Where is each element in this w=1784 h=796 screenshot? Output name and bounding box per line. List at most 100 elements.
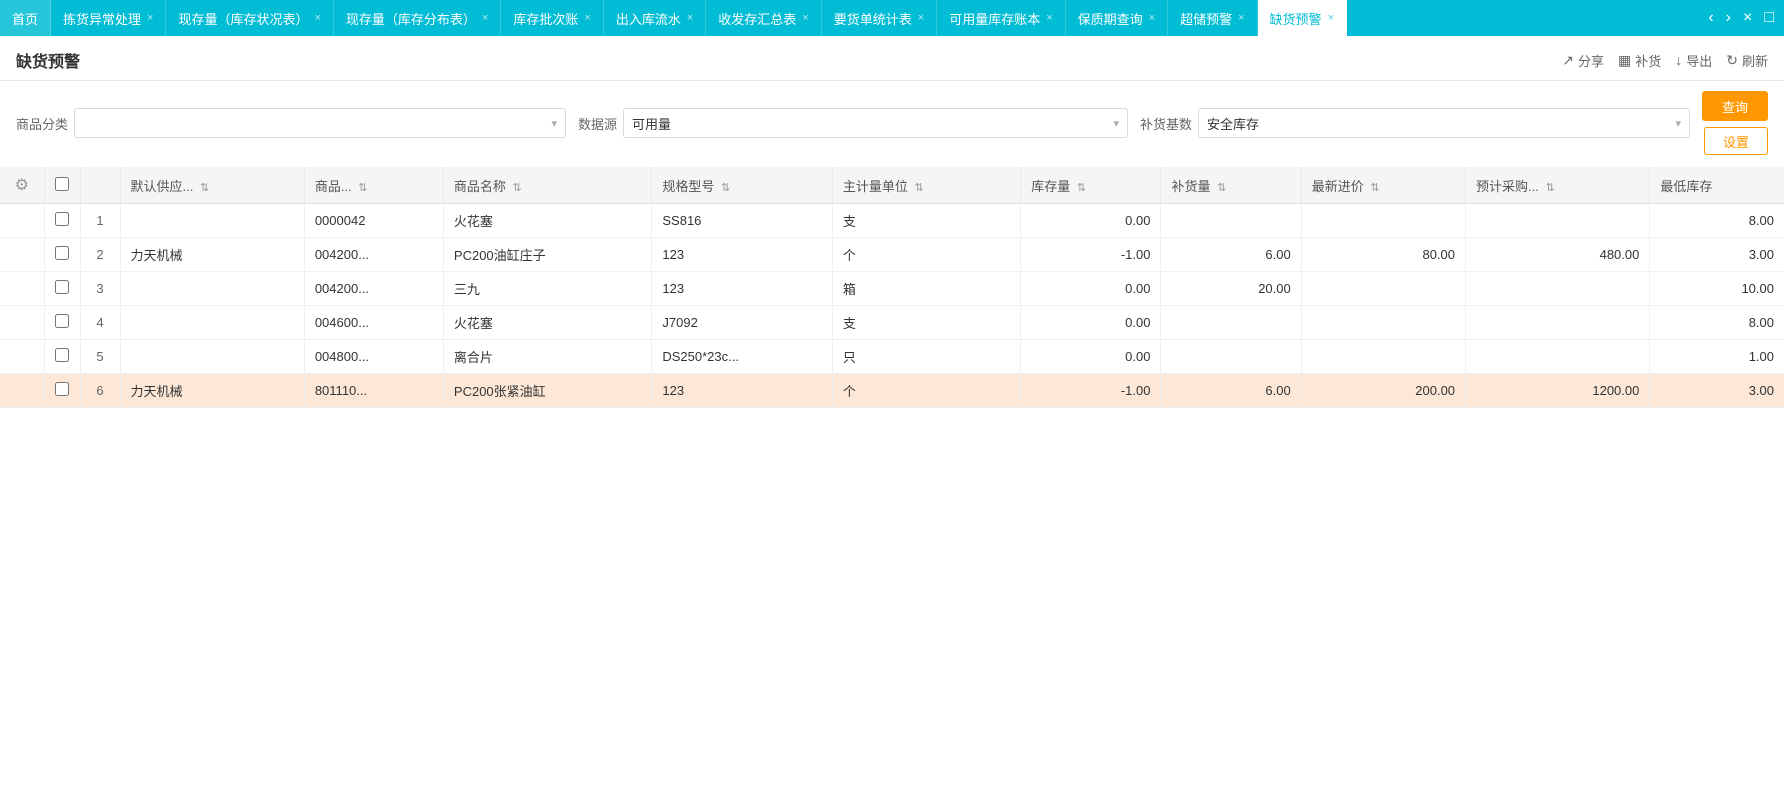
data-table: ⚙ 默认供应... ⇅ 商品... ⇅ xyxy=(0,167,1784,408)
nav-tab-stock-status[interactable]: 现存量（库存状况表）× xyxy=(166,0,333,36)
settings-button[interactable]: 设置 xyxy=(1704,127,1768,155)
row-unit: 支 xyxy=(832,306,1020,340)
nav-next-button[interactable]: › xyxy=(1720,0,1737,36)
row-checkbox-cell xyxy=(44,272,80,306)
replenish-base-label: 补货基数 xyxy=(1140,114,1192,133)
table-row[interactable]: 4004600...火花塞J7092支0.008.00 xyxy=(0,306,1784,340)
nav-tab-close-icon[interactable]: × xyxy=(1149,12,1155,24)
nav-tab-close-icon[interactable]: × xyxy=(482,12,488,24)
nav-tab-available[interactable]: 可用量库存账本 × xyxy=(937,0,1065,36)
datasource-select[interactable]: 可用量 ▾ xyxy=(623,108,1128,138)
row-checkbox[interactable] xyxy=(55,246,69,260)
gear-settings-icon[interactable]: ⚙ xyxy=(15,175,29,195)
replenish-button[interactable]: ▦ 补货 xyxy=(1618,51,1661,70)
export-button[interactable]: ↓ 导出 xyxy=(1675,51,1712,70)
header-actions: ↗ 分享 ▦ 补货 ↓ 导出 ↻ 刷新 xyxy=(1562,51,1768,70)
select-all-checkbox[interactable] xyxy=(55,177,69,191)
supplier-sort-icon[interactable]: ⇅ xyxy=(200,182,209,194)
nav-tab-label: 出入库流水 xyxy=(616,9,681,28)
nav-tab-exception[interactable]: 拣货异常处理× xyxy=(51,0,166,36)
nav-tab-purchase-stat[interactable]: 要货单统计表× xyxy=(822,0,937,36)
th-supplier-label: 默认供应... xyxy=(131,179,194,194)
nav-tab-close-icon[interactable]: × xyxy=(584,12,590,24)
nav-tab-label: 超储预警 xyxy=(1180,9,1232,28)
nav-tab-close-icon[interactable]: × xyxy=(314,12,320,24)
row-min-stock: 8.00 xyxy=(1650,306,1784,340)
row-checkbox[interactable] xyxy=(55,212,69,226)
nav-tab-expiry[interactable]: 保质期查询× xyxy=(1066,0,1168,36)
row-est-purchase: 1200.00 xyxy=(1466,374,1650,408)
category-select[interactable]: ▾ xyxy=(74,108,566,138)
row-replenish: 20.00 xyxy=(1161,272,1301,306)
category-filter-group: 商品分类 ▾ xyxy=(16,108,566,138)
nav-tab-inout[interactable]: 出入库流水 × xyxy=(604,0,706,36)
row-min-stock: 8.00 xyxy=(1650,204,1784,238)
nav-tab-receive[interactable]: 收发存汇总表× xyxy=(706,0,821,36)
nav-tab-close-icon[interactable]: × xyxy=(1238,12,1244,24)
nav-tab-shortage[interactable]: 缺货预警× xyxy=(1258,0,1347,36)
nav-tab-close-icon[interactable]: × xyxy=(802,12,808,24)
row-product-code: 004200... xyxy=(304,272,443,306)
latest-price-sort-icon[interactable]: ⇅ xyxy=(1370,182,1379,194)
row-replenish xyxy=(1161,306,1301,340)
stock-sort-icon[interactable]: ⇅ xyxy=(1077,182,1086,194)
nav-tab-overstock[interactable]: 超储预警 × xyxy=(1168,0,1257,36)
row-checkbox-cell xyxy=(44,204,80,238)
row-checkbox-cell xyxy=(44,374,80,408)
row-checkbox-cell xyxy=(44,238,80,272)
row-checkbox[interactable] xyxy=(55,314,69,328)
nav-tab-label: 可用量库存账本 xyxy=(949,9,1040,28)
th-replenish: 补货量 ⇅ xyxy=(1161,167,1301,204)
row-checkbox[interactable] xyxy=(55,382,69,396)
product-code-sort-icon[interactable]: ⇅ xyxy=(358,182,367,194)
row-checkbox[interactable] xyxy=(55,280,69,294)
spec-sort-icon[interactable]: ⇅ xyxy=(721,182,730,194)
row-min-stock: 1.00 xyxy=(1650,340,1784,374)
th-replenish-label: 补货量 xyxy=(1171,179,1210,194)
unit-sort-icon[interactable]: ⇅ xyxy=(915,182,924,194)
share-button[interactable]: ↗ 分享 xyxy=(1562,51,1604,70)
row-min-stock: 10.00 xyxy=(1650,272,1784,306)
nav-tab-close-icon[interactable]: × xyxy=(147,12,153,24)
nav-tab-home[interactable]: 首页 xyxy=(0,0,51,36)
row-checkbox-cell xyxy=(44,306,80,340)
table-row[interactable]: 10000042火花塞SS816支0.008.00 xyxy=(0,204,1784,238)
refresh-icon: ↻ xyxy=(1726,52,1738,69)
table-row[interactable]: 5004800...离合片DS250*23c...只0.001.00 xyxy=(0,340,1784,374)
table-row[interactable]: 6力天机械801110...PC200张紧油缸123个-1.006.00200.… xyxy=(0,374,1784,408)
replenish-base-dropdown-icon: ▾ xyxy=(1675,117,1681,130)
table-row[interactable]: 2力天机械004200...PC200油缸庄子123个-1.006.0080.0… xyxy=(0,238,1784,272)
nav-tab-stock-dist[interactable]: 现存量（库存分布表）× xyxy=(334,0,501,36)
row-stock: 0.00 xyxy=(1021,272,1161,306)
replenish-base-select[interactable]: 安全库存 ▾ xyxy=(1198,108,1690,138)
th-spec-label: 规格型号 xyxy=(662,179,714,194)
est-purchase-sort-icon[interactable]: ⇅ xyxy=(1546,182,1555,194)
table-header: ⚙ 默认供应... ⇅ 商品... ⇅ xyxy=(0,167,1784,204)
row-unit: 只 xyxy=(832,340,1020,374)
row-index: 6 xyxy=(80,374,120,408)
query-button[interactable]: 查询 xyxy=(1702,91,1768,121)
replenish-sort-icon[interactable]: ⇅ xyxy=(1217,182,1226,194)
table-row[interactable]: 3004200...三九123箱0.0020.0010.00 xyxy=(0,272,1784,306)
th-gear: ⚙ xyxy=(0,167,44,204)
nav-tab-close-icon[interactable]: × xyxy=(1328,12,1334,24)
row-min-stock: 3.00 xyxy=(1650,374,1784,408)
nav-tabs: 首页拣货异常处理×现存量（库存状况表）×现存量（库存分布表）×库存批次账×出入库… xyxy=(0,0,1784,36)
row-stock: -1.00 xyxy=(1021,374,1161,408)
nav-close-all-button[interactable]: × xyxy=(1737,0,1758,36)
row-stock: 0.00 xyxy=(1021,204,1161,238)
nav-tab-close-icon[interactable]: × xyxy=(687,12,693,24)
row-stock: 0.00 xyxy=(1021,306,1161,340)
refresh-button[interactable]: ↻ 刷新 xyxy=(1726,51,1768,70)
row-stock: -1.00 xyxy=(1021,238,1161,272)
product-name-sort-icon[interactable]: ⇅ xyxy=(513,182,522,194)
nav-tab-batch[interactable]: 库存批次账× xyxy=(501,0,603,36)
nav-tab-close-icon[interactable]: × xyxy=(1046,12,1052,24)
page-title: 缺货预警 xyxy=(16,48,1562,72)
nav-restore-button[interactable]: □ xyxy=(1758,0,1780,36)
nav-tab-close-icon[interactable]: × xyxy=(918,12,924,24)
nav-prev-button[interactable]: ‹ xyxy=(1702,0,1719,36)
row-checkbox[interactable] xyxy=(55,348,69,362)
th-product-code: 商品... ⇅ xyxy=(304,167,443,204)
row-gear-cell xyxy=(0,204,44,238)
